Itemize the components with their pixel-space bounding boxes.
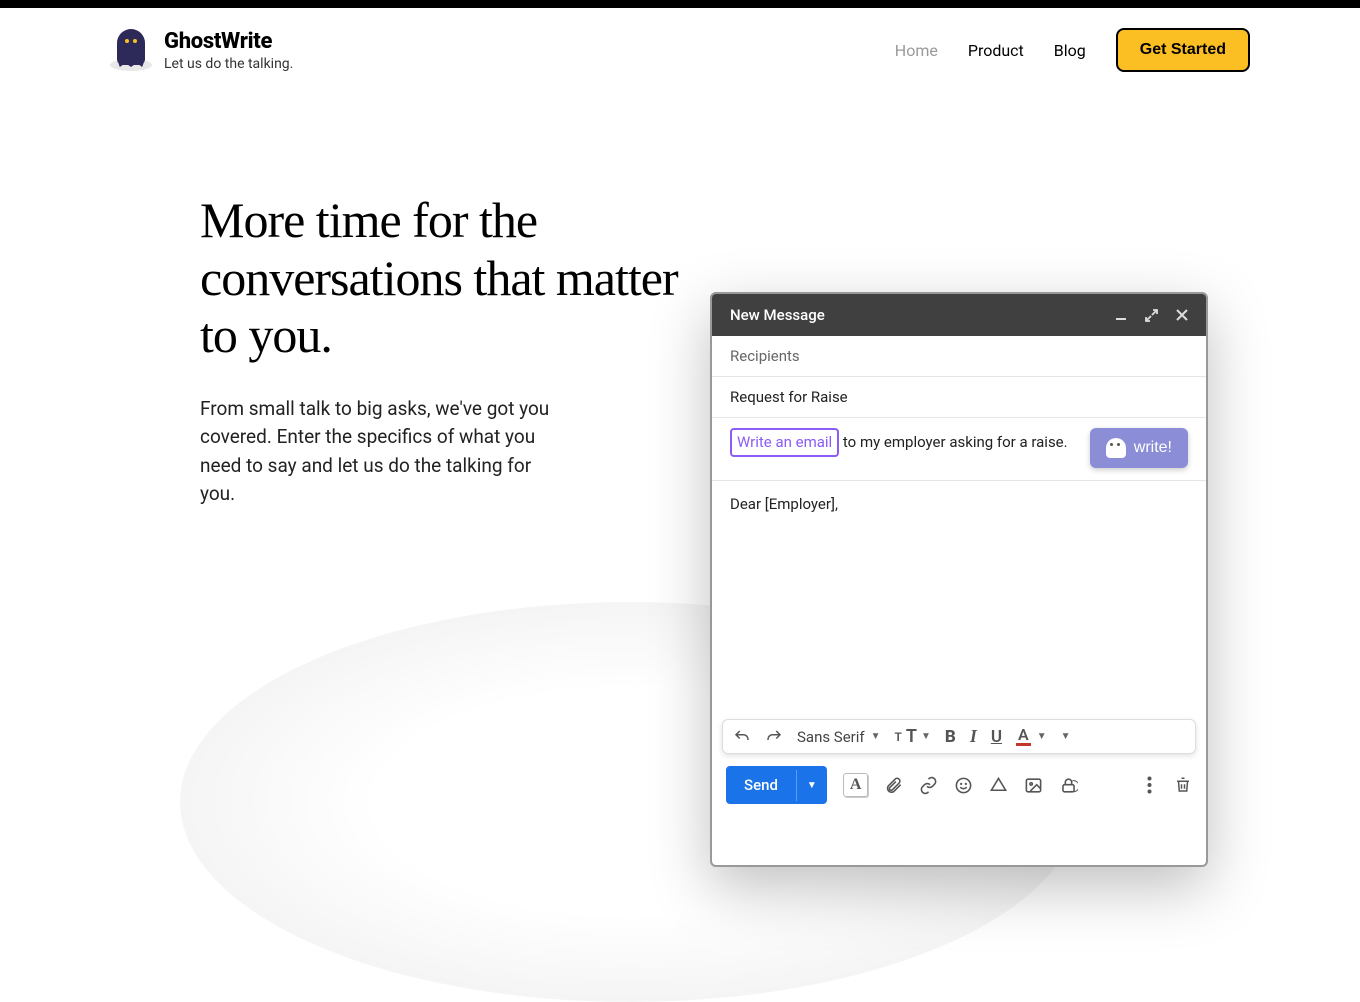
logo-section[interactable]: GhostWrite Let us do the talking.	[110, 29, 293, 72]
write-button[interactable]: write!	[1090, 428, 1188, 468]
write-button-label: write!	[1134, 439, 1172, 457]
emoji-icon[interactable]	[954, 776, 973, 795]
minimize-icon[interactable]	[1115, 309, 1127, 321]
hero-section: More time for the conversations that mat…	[0, 92, 1360, 509]
compose-header: New Message	[712, 294, 1206, 336]
undo-icon[interactable]	[733, 728, 751, 746]
font-format-icon[interactable]: A	[843, 773, 869, 797]
text-color-icon[interactable]: A ▼	[1016, 727, 1047, 746]
drive-icon[interactable]	[989, 776, 1008, 795]
ghost-logo-icon	[110, 29, 152, 71]
send-label: Send	[726, 766, 796, 804]
nav-product[interactable]: Product	[968, 41, 1024, 60]
chevron-down-icon: ▼	[921, 731, 931, 742]
send-button[interactable]: Send ▼	[726, 766, 827, 804]
prompt-rest: to my employer asking for a raise.	[839, 433, 1067, 451]
font-select[interactable]: Sans Serif ▼	[797, 728, 881, 746]
chevron-down-icon: ▼	[1037, 731, 1047, 742]
more-format-icon[interactable]: ▼	[1061, 731, 1071, 742]
brand-name: GhostWrite	[164, 29, 293, 54]
link-icon[interactable]	[919, 776, 938, 795]
ghost-icon	[1106, 438, 1126, 458]
expand-icon[interactable]	[1145, 309, 1158, 322]
prompt-row: Write an email to my employer asking for…	[712, 418, 1206, 481]
prompt-tag: Write an email	[730, 428, 839, 457]
send-dropdown-icon[interactable]: ▼	[796, 770, 827, 801]
email-body[interactable]: Dear [Employer],	[712, 481, 1206, 719]
nav-home[interactable]: Home	[895, 41, 938, 60]
confidential-icon[interactable]	[1059, 776, 1078, 795]
header: GhostWrite Let us do the talking. Home P…	[0, 8, 1360, 92]
compose-window: New Message Recipients Request for Raise…	[710, 292, 1208, 867]
hero-headline: More time for the conversations that mat…	[200, 192, 680, 365]
compose-bottom-bar: Send ▼ A	[712, 754, 1206, 816]
underline-icon[interactable]: U	[991, 727, 1002, 747]
text-size-icon[interactable]: TT ▼	[895, 726, 931, 747]
redo-icon[interactable]	[765, 728, 783, 746]
main-nav: Home Product Blog Get Started	[895, 28, 1250, 72]
compose-title: New Message	[730, 306, 825, 324]
get-started-button[interactable]: Get Started	[1116, 28, 1250, 72]
top-stripe	[0, 0, 1360, 8]
hero-subtext: From small talk to big asks, we've got y…	[200, 395, 570, 509]
nav-blog[interactable]: Blog	[1054, 41, 1086, 60]
italic-icon[interactable]: I	[970, 726, 977, 747]
more-options-icon[interactable]	[1147, 776, 1152, 794]
subject-field[interactable]: Request for Raise	[712, 377, 1206, 418]
font-name: Sans Serif	[797, 728, 865, 746]
recipients-field[interactable]: Recipients	[712, 336, 1206, 377]
bold-icon[interactable]: B	[945, 727, 956, 747]
trash-icon[interactable]	[1174, 776, 1192, 794]
image-icon[interactable]	[1024, 776, 1043, 795]
format-toolbar: Sans Serif ▼ TT ▼ B I U A ▼ ▼	[722, 719, 1196, 754]
close-icon[interactable]	[1176, 309, 1188, 321]
attachment-icon[interactable]	[884, 776, 903, 795]
chevron-down-icon: ▼	[871, 731, 881, 742]
prompt-text[interactable]: Write an email to my employer asking for…	[730, 428, 1078, 457]
brand-tagline: Let us do the talking.	[164, 56, 293, 72]
